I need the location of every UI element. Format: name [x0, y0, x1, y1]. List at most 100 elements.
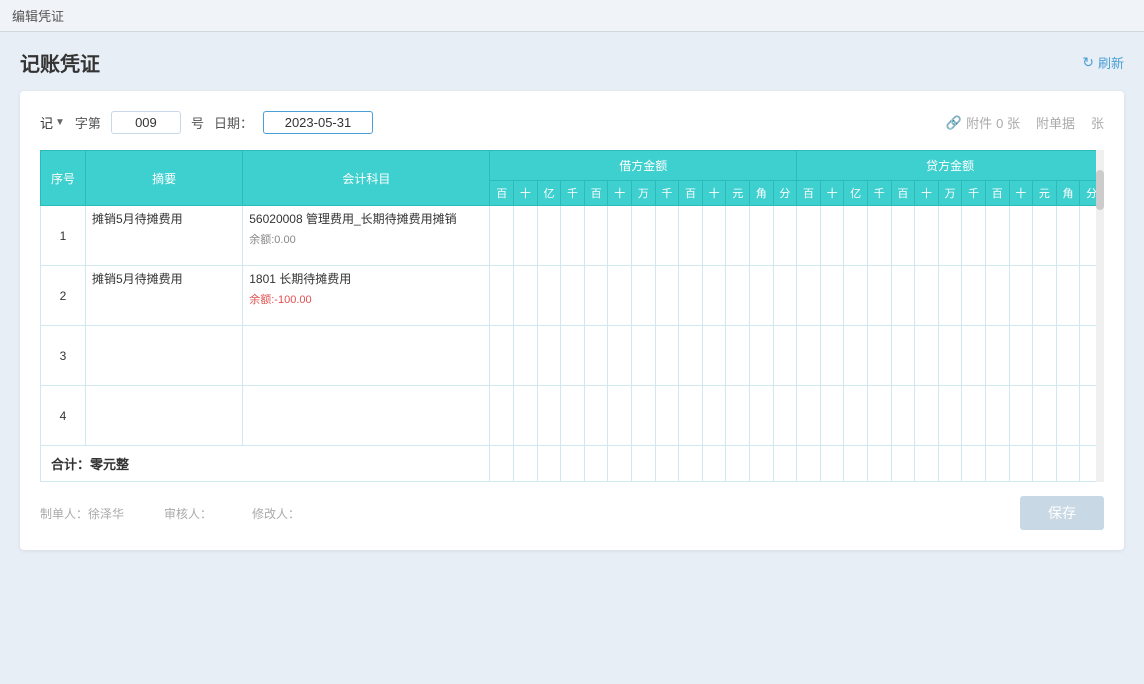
row-account-0[interactable]: 56020008 管理费用_长期待摊费用摊销余额:0.00	[243, 206, 490, 266]
row-2-debit-9[interactable]	[702, 326, 726, 386]
row-0-credit-11[interactable]	[1056, 206, 1080, 266]
row-1-credit-5[interactable]	[915, 266, 939, 326]
row-2-credit-7[interactable]	[962, 326, 986, 386]
row-3-debit-12[interactable]	[773, 386, 797, 446]
row-0-debit-12[interactable]	[773, 206, 797, 266]
row-3-debit-2[interactable]	[537, 386, 561, 446]
row-0-credit-9[interactable]	[1009, 206, 1033, 266]
row-1-credit-1[interactable]	[820, 266, 844, 326]
row-0-credit-1[interactable]	[820, 206, 844, 266]
row-3-credit-5[interactable]	[915, 386, 939, 446]
row-2-credit-4[interactable]	[891, 326, 915, 386]
row-3-credit-4[interactable]	[891, 386, 915, 446]
row-0-credit-2[interactable]	[844, 206, 868, 266]
row-summary-0[interactable]: 摊销5月待摊费用	[85, 206, 242, 266]
row-1-debit-10[interactable]	[726, 266, 750, 326]
row-3-debit-3[interactable]	[561, 386, 585, 446]
row-2-credit-2[interactable]	[844, 326, 868, 386]
row-0-credit-4[interactable]	[891, 206, 915, 266]
row-0-debit-4[interactable]	[584, 206, 608, 266]
row-2-debit-2[interactable]	[537, 326, 561, 386]
row-1-debit-9[interactable]	[702, 266, 726, 326]
row-1-debit-2[interactable]	[537, 266, 561, 326]
row-0-credit-8[interactable]	[985, 206, 1009, 266]
attach-doc-label[interactable]: 附单据	[1036, 113, 1075, 132]
row-2-debit-1[interactable]	[514, 326, 538, 386]
row-0-debit-10[interactable]	[726, 206, 750, 266]
row-0-debit-3[interactable]	[561, 206, 585, 266]
row-1-credit-6[interactable]	[938, 266, 962, 326]
row-2-credit-10[interactable]	[1033, 326, 1057, 386]
row-1-credit-4[interactable]	[891, 266, 915, 326]
row-0-debit-9[interactable]	[702, 206, 726, 266]
row-2-debit-0[interactable]	[490, 326, 514, 386]
row-3-credit-2[interactable]	[844, 386, 868, 446]
row-1-debit-1[interactable]	[514, 266, 538, 326]
row-3-credit-11[interactable]	[1056, 386, 1080, 446]
row-1-debit-7[interactable]	[655, 266, 679, 326]
row-0-debit-0[interactable]	[490, 206, 514, 266]
row-2-credit-8[interactable]	[985, 326, 1009, 386]
row-summary-1[interactable]: 摊销5月待摊费用	[85, 266, 242, 326]
row-2-credit-3[interactable]	[867, 326, 891, 386]
table-row[interactable]: 3	[41, 326, 1104, 386]
row-2-credit-9[interactable]	[1009, 326, 1033, 386]
save-button[interactable]: 保存	[1020, 496, 1104, 530]
row-3-debit-4[interactable]	[584, 386, 608, 446]
row-1-debit-12[interactable]	[773, 266, 797, 326]
row-3-debit-0[interactable]	[490, 386, 514, 446]
row-3-credit-8[interactable]	[985, 386, 1009, 446]
row-3-debit-5[interactable]	[608, 386, 632, 446]
table-row[interactable]: 1摊销5月待摊费用56020008 管理费用_长期待摊费用摊销余额:0.00	[41, 206, 1104, 266]
row-2-debit-3[interactable]	[561, 326, 585, 386]
row-0-debit-11[interactable]	[749, 206, 773, 266]
row-account-2[interactable]	[243, 326, 490, 386]
row-0-debit-2[interactable]	[537, 206, 561, 266]
row-2-credit-1[interactable]	[820, 326, 844, 386]
row-3-debit-9[interactable]	[702, 386, 726, 446]
row-3-debit-8[interactable]	[679, 386, 703, 446]
table-row[interactable]: 2摊销5月待摊费用1801 长期待摊费用余额:-100.00	[41, 266, 1104, 326]
row-2-credit-6[interactable]	[938, 326, 962, 386]
attach-link[interactable]: 🔗 附件 0 张	[946, 113, 1020, 132]
row-1-credit-3[interactable]	[867, 266, 891, 326]
row-0-debit-1[interactable]	[514, 206, 538, 266]
row-2-debit-6[interactable]	[632, 326, 656, 386]
row-1-credit-10[interactable]	[1033, 266, 1057, 326]
row-1-credit-2[interactable]	[844, 266, 868, 326]
row-2-debit-4[interactable]	[584, 326, 608, 386]
table-row[interactable]: 4	[41, 386, 1104, 446]
row-3-credit-6[interactable]	[938, 386, 962, 446]
row-2-credit-5[interactable]	[915, 326, 939, 386]
row-0-credit-3[interactable]	[867, 206, 891, 266]
row-2-credit-0[interactable]	[797, 326, 821, 386]
row-0-credit-10[interactable]	[1033, 206, 1057, 266]
row-1-debit-4[interactable]	[584, 266, 608, 326]
row-3-credit-7[interactable]	[962, 386, 986, 446]
row-1-debit-8[interactable]	[679, 266, 703, 326]
row-2-debit-10[interactable]	[726, 326, 750, 386]
row-0-credit-5[interactable]	[915, 206, 939, 266]
row-2-debit-5[interactable]	[608, 326, 632, 386]
row-1-debit-3[interactable]	[561, 266, 585, 326]
row-3-credit-1[interactable]	[820, 386, 844, 446]
row-3-credit-0[interactable]	[797, 386, 821, 446]
row-summary-3[interactable]	[85, 386, 242, 446]
row-2-debit-11[interactable]	[749, 326, 773, 386]
row-1-debit-5[interactable]	[608, 266, 632, 326]
row-0-debit-6[interactable]	[632, 206, 656, 266]
refresh-button[interactable]: ↻ 刷新	[1082, 53, 1124, 72]
row-1-credit-7[interactable]	[962, 266, 986, 326]
row-0-credit-7[interactable]	[962, 206, 986, 266]
row-1-debit-6[interactable]	[632, 266, 656, 326]
row-2-debit-8[interactable]	[679, 326, 703, 386]
row-0-debit-8[interactable]	[679, 206, 703, 266]
row-account-3[interactable]	[243, 386, 490, 446]
ji-select[interactable]: 记 ▼	[40, 113, 65, 132]
row-2-debit-7[interactable]	[655, 326, 679, 386]
row-1-debit-11[interactable]	[749, 266, 773, 326]
row-1-credit-8[interactable]	[985, 266, 1009, 326]
row-1-credit-0[interactable]	[797, 266, 821, 326]
row-3-debit-6[interactable]	[632, 386, 656, 446]
scroll-thumb[interactable]	[1096, 170, 1104, 210]
